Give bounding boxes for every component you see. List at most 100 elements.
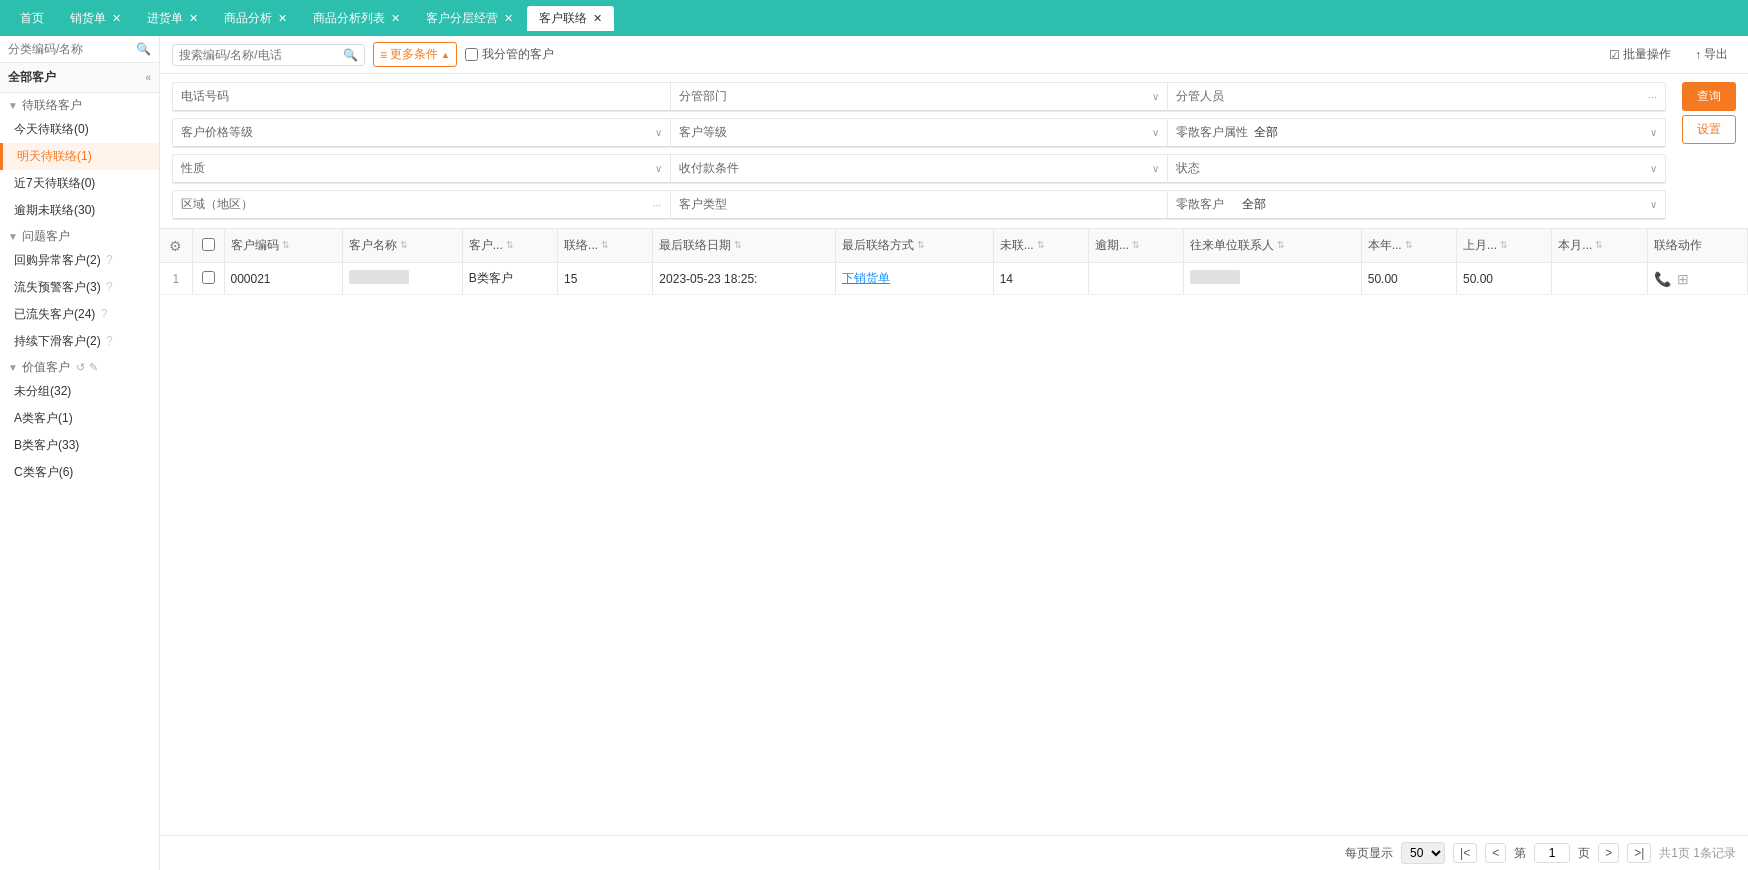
page-number-input[interactable] [1534,843,1570,863]
col-last-contact-method[interactable]: 最后联络方式 ⇅ [835,229,993,263]
per-page-select[interactable]: 50 [1401,842,1445,864]
nav-home[interactable]: 首页 [8,6,56,31]
sidebar-declining[interactable]: 持续下滑客户(2) ? [0,328,159,355]
nature-field: 性质 ∨ [173,155,670,183]
row-no: 1 [160,263,192,295]
last-page-btn[interactable]: >| [1627,843,1651,863]
nav-product-analysis-list[interactable]: 商品分析列表 ✕ [301,6,412,31]
close-sales-order-icon[interactable]: ✕ [112,12,121,25]
row-contact-person [1184,263,1361,295]
phone-field: 电话号码 [173,83,670,111]
row-checkbox[interactable] [202,271,215,284]
sidebar-today-pending[interactable]: 今天待联络(0) [0,116,159,143]
col-contact-person[interactable]: 往来单位联系人 ⇅ [1184,229,1361,263]
col-actions: 联络动作 [1647,229,1747,263]
row-type: B类客户 [462,263,557,295]
query-button[interactable]: 查询 [1682,82,1736,111]
region-field: 区域（地区） ··· [173,191,670,219]
close-product-analysis-list-icon[interactable]: ✕ [391,12,400,25]
close-customer-contact-icon[interactable]: ✕ [593,12,602,25]
row-checkbox-cell[interactable] [192,263,224,295]
adv-filter-row-1: 电话号码 分管部门 ∨ 分管人员 ··· [172,82,1666,112]
main-layout: 🔍 全部客户 « ▼ 待联络客户 今天待联络(0) 明天待联络(1) 近7天待联… [0,36,1748,870]
collapse-icon: « [145,72,151,83]
table-row: 1 000021 B类客户 15 2023-05-23 18:25: 下销货单 [160,263,1748,295]
sidebar-class-a[interactable]: A类客户(1) [0,405,159,432]
adv-filter-row-2: 客户价格等级 ∨ 客户等级 ∨ 零散客户属性 [172,118,1666,148]
grid-action-icon[interactable]: ⊞ [1677,271,1689,287]
col-checkbox[interactable] [192,229,224,263]
chevron-up-icon: ▲ [441,50,450,60]
set-button[interactable]: 设置 [1682,115,1736,144]
search-icon[interactable]: 🔍 [136,42,151,56]
row-overdue [1088,263,1183,295]
table-footer: 每页显示 50 |< < 第 页 > >| 共1页 1条记录 [160,835,1748,870]
nav-purchase-order[interactable]: 进货单 ✕ [135,6,210,31]
sidebar-7days-pending[interactable]: 近7天待联络(0) [0,170,159,197]
checkbox-icon: ☑ [1609,48,1620,62]
adv-filter-row-4: 区域（地区） ··· 客户类型 零散客户 全部 [172,190,1666,220]
col-gear[interactable]: ⚙ [160,229,192,263]
row-this-month [1552,263,1647,295]
row-last-method[interactable]: 下销货单 [835,263,993,295]
phone-action-icon[interactable]: 📞 [1654,271,1671,287]
row-last-month: 50.00 [1457,263,1552,295]
next-page-btn[interactable]: > [1598,843,1619,863]
sidebar-ungrouped[interactable]: 未分组(32) [0,378,159,405]
nav-customer-contact[interactable]: 客户联络 ✕ [527,6,614,31]
first-page-btn[interactable]: |< [1453,843,1477,863]
export-btn[interactable]: ↑ 导出 [1687,43,1736,66]
action-icons-group: 📞 ⊞ [1654,271,1741,287]
batch-operation-btn[interactable]: ☑ 批量操作 [1601,43,1679,66]
sidebar-tomorrow-pending[interactable]: 明天待联络(1) [0,143,159,170]
problem-section-label: ▼ 问题客户 [0,224,159,247]
sidebar-overdue-pending[interactable]: 逾期未联络(30) [0,197,159,224]
col-last-contact-date[interactable]: 最后联络日期 ⇅ [653,229,836,263]
col-uncontact[interactable]: 未联... ⇅ [993,229,1088,263]
search-wrapper[interactable]: 🔍 [172,44,365,66]
sidebar-repurchase-abnormal[interactable]: 回购异常客户(2) ? [0,247,159,274]
advanced-filter-panel: 电话号码 分管部门 ∨ 分管人员 ··· [160,74,1748,229]
sidebar-search-input[interactable] [8,42,132,56]
payment-terms-field: 收付款条件 ∨ [671,155,1168,183]
content-area: 🔍 ≡ 更多条件 ▲ 我分管的客户 ☑ 批量操作 ↑ 导出 [160,36,1748,870]
row-last-date: 2023-05-23 18:25: [653,263,836,295]
export-icon: ↑ [1695,48,1701,62]
more-conditions-btn[interactable]: ≡ 更多条件 ▲ [373,42,457,67]
retail-customer-field: 零散客户 全部 ∨ [1168,191,1665,219]
col-customer-type[interactable]: 客户... ⇅ [462,229,557,263]
data-table: ⚙ 客户编码 ⇅ 客户名称 [160,229,1748,295]
nav-customer-segmentation[interactable]: 客户分层经营 ✕ [414,6,525,31]
pending-section-label: ▼ 待联络客户 [0,93,159,116]
row-name[interactable] [342,263,462,295]
my-customers-checkbox-wrap[interactable]: 我分管的客户 [465,46,554,63]
row-actions: 📞 ⊞ [1647,263,1747,295]
close-product-analysis-icon[interactable]: ✕ [278,12,287,25]
all-customers-header[interactable]: 全部客户 « [0,63,159,93]
col-last-month[interactable]: 上月... ⇅ [1457,229,1552,263]
col-customer-code[interactable]: 客户编码 ⇅ [224,229,342,263]
col-customer-name[interactable]: 客户名称 ⇅ [342,229,462,263]
nav-product-analysis[interactable]: 商品分析 ✕ [212,6,299,31]
col-overdue[interactable]: 逾期... ⇅ [1088,229,1183,263]
close-customer-segmentation-icon[interactable]: ✕ [504,12,513,25]
search-icon[interactable]: 🔍 [343,48,358,62]
col-contact-count[interactable]: 联络... ⇅ [558,229,653,263]
close-purchase-order-icon[interactable]: ✕ [189,12,198,25]
col-this-year[interactable]: 本年... ⇅ [1361,229,1456,263]
col-this-month[interactable]: 本月... ⇅ [1552,229,1647,263]
table-settings-icon[interactable]: ⚙ [169,238,182,254]
sidebar-class-b[interactable]: B类客户(33) [0,432,159,459]
prev-page-btn[interactable]: < [1485,843,1506,863]
select-all-checkbox[interactable] [202,238,215,251]
sidebar-churned[interactable]: 已流失客户(24) ? [0,301,159,328]
nav-sales-order[interactable]: 销货单 ✕ [58,6,133,31]
sidebar-class-c[interactable]: C类客户(6) [0,459,159,486]
main-search-input[interactable] [179,48,339,62]
row-contact-count: 15 [558,263,653,295]
sidebar-search-bar[interactable]: 🔍 [0,36,159,63]
my-customers-checkbox[interactable] [465,48,478,61]
sidebar-churn-warning[interactable]: 流失预警客户(3) ? [0,274,159,301]
dept-field: 分管部门 ∨ [671,83,1168,111]
query-buttons-area: 查询 设置 [1682,82,1736,144]
